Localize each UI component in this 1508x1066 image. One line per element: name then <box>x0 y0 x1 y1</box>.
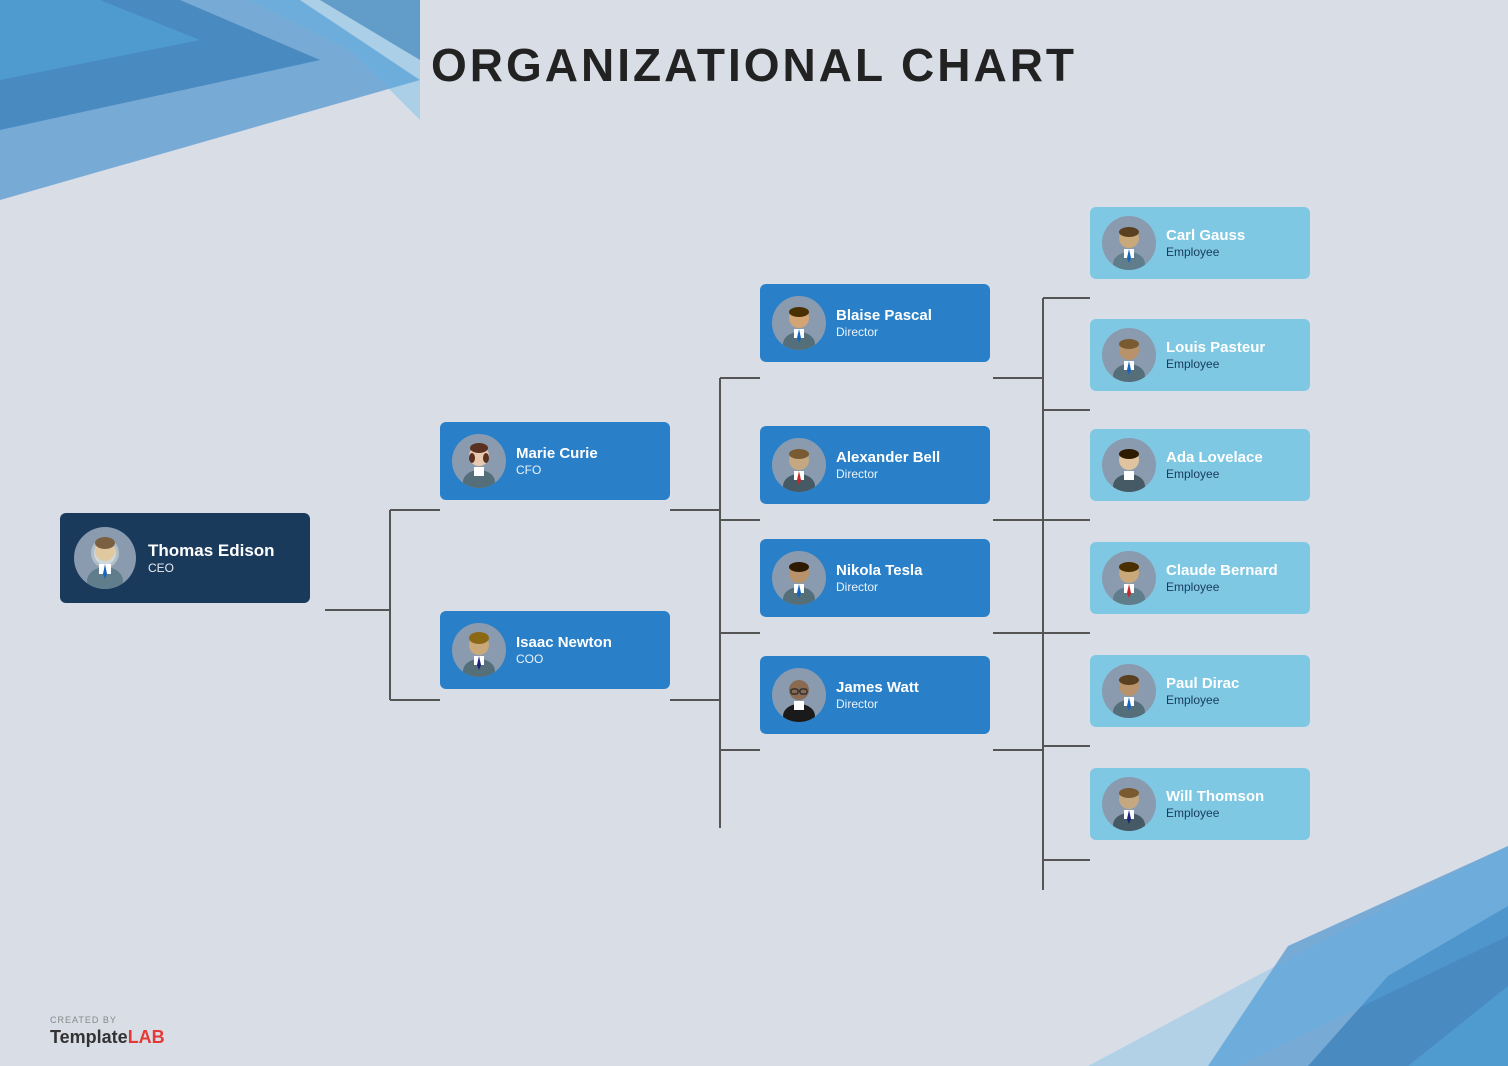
employee-lovelace-name: Ada Lovelace <box>1166 449 1263 467</box>
employee-dirac-avatar <box>1102 664 1156 718</box>
director-tesla-avatar <box>772 551 826 605</box>
director-tesla-name: Nikola Tesla <box>836 562 922 580</box>
page-title: ORGANIZATIONAL CHART <box>0 38 1508 92</box>
director-pascal-role: Director <box>836 325 932 339</box>
coo-name: Isaac Newton <box>516 634 612 652</box>
employee-bernard-node: Claude Bernard Employee <box>1090 542 1310 614</box>
director-tesla-node: Nikola Tesla Director <box>760 539 990 617</box>
created-by-label: CREATED BY <box>50 1015 165 1025</box>
director-watt-role: Director <box>836 697 919 711</box>
employee-bernard-name: Claude Bernard <box>1166 562 1278 580</box>
director-bell-node: Alexander Bell Director <box>760 426 990 504</box>
employee-thomson-name: Will Thomson <box>1166 788 1264 806</box>
cfo-name: Marie Curie <box>516 445 598 463</box>
employee-thomson-role: Employee <box>1166 806 1264 820</box>
ceo-node: Thomas Edison CEO <box>60 513 310 603</box>
ceo-name: Thomas Edison <box>148 541 275 561</box>
employee-thomson-node: Will Thomson Employee <box>1090 768 1310 840</box>
coo-avatar <box>452 623 506 677</box>
cfo-role: CFO <box>516 463 598 477</box>
cfo-node: Marie Curie CFO <box>440 422 670 500</box>
ceo-role: CEO <box>148 561 275 575</box>
employee-gauss-role: Employee <box>1166 245 1245 259</box>
employee-pasteur-avatar <box>1102 328 1156 382</box>
employee-gauss-node: Carl Gauss Employee <box>1090 207 1310 279</box>
director-tesla-role: Director <box>836 580 922 594</box>
employee-lovelace-node: Ada Lovelace Employee <box>1090 429 1310 501</box>
employee-dirac-node: Paul Dirac Employee <box>1090 655 1310 727</box>
employee-bernard-role: Employee <box>1166 580 1278 594</box>
employee-pasteur-role: Employee <box>1166 357 1265 371</box>
employee-dirac-role: Employee <box>1166 693 1239 707</box>
director-bell-role: Director <box>836 467 940 481</box>
employee-gauss-name: Carl Gauss <box>1166 227 1245 245</box>
footer: CREATED BY TemplateLAB <box>50 1015 165 1048</box>
employee-pasteur-name: Louis Pasteur <box>1166 339 1265 357</box>
director-pascal-name: Blaise Pascal <box>836 307 932 325</box>
coo-node: Isaac Newton COO <box>440 611 670 689</box>
coo-role: COO <box>516 652 612 666</box>
lab-label: LAB <box>128 1027 165 1047</box>
employee-lovelace-role: Employee <box>1166 467 1263 481</box>
director-pascal-avatar <box>772 296 826 350</box>
director-bell-name: Alexander Bell <box>836 449 940 467</box>
cfo-avatar <box>452 434 506 488</box>
ceo-avatar <box>74 527 136 589</box>
director-bell-avatar <box>772 438 826 492</box>
director-watt-avatar <box>772 668 826 722</box>
director-watt-node: James Watt Director <box>760 656 990 734</box>
employee-dirac-name: Paul Dirac <box>1166 675 1239 693</box>
employee-lovelace-avatar <box>1102 438 1156 492</box>
employee-gauss-avatar <box>1102 216 1156 270</box>
director-pascal-node: Blaise Pascal Director <box>760 284 990 362</box>
employee-thomson-avatar <box>1102 777 1156 831</box>
template-label: Template <box>50 1027 128 1047</box>
employee-bernard-avatar <box>1102 551 1156 605</box>
director-watt-name: James Watt <box>836 679 919 697</box>
employee-pasteur-node: Louis Pasteur Employee <box>1090 319 1310 391</box>
